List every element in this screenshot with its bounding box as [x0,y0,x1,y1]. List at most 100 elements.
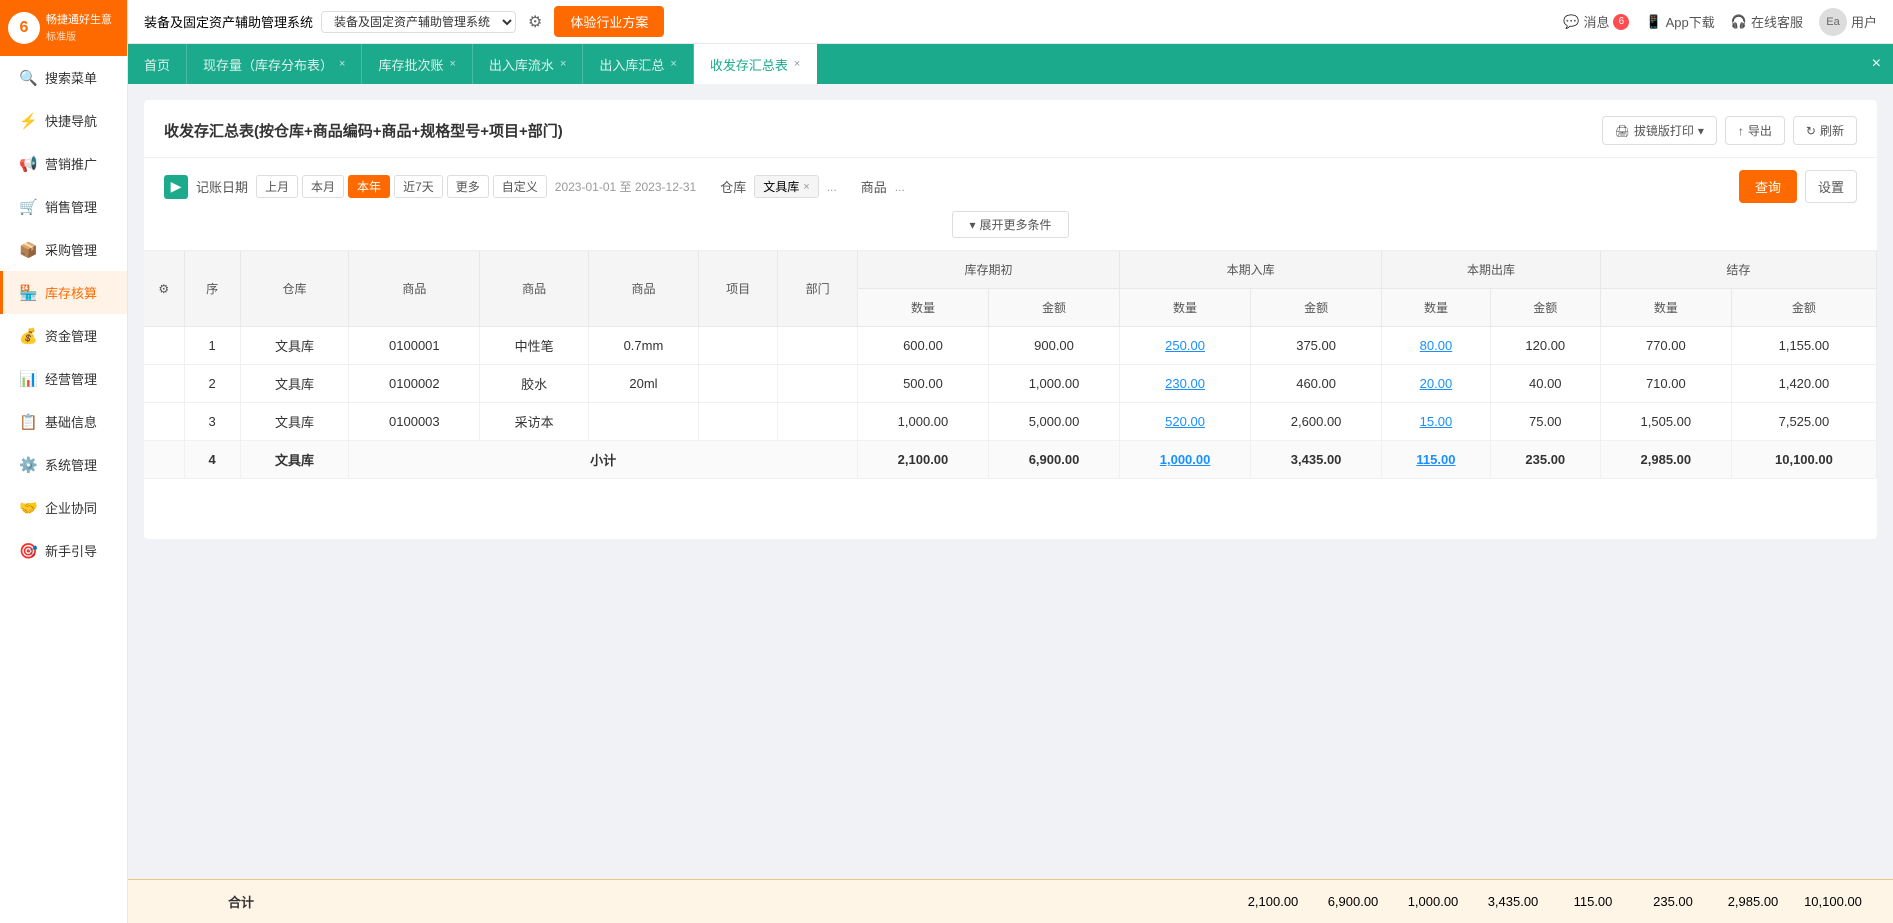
warehouse-more[interactable]: ... [827,180,837,194]
th-no: 序 [184,251,240,327]
tab-inout-flow[interactable]: 出入库流水× [473,44,583,84]
topbar-right: 💬 消息 6 📱 App下载 🎧 在线客服 Ea 用户 [1563,8,1877,36]
cell-out-qty[interactable]: 20.00 [1382,365,1491,403]
refresh-button[interactable]: ↻ 刷新 [1793,116,1857,145]
tab-close-all[interactable]: × [1860,55,1893,73]
sub-out-qty[interactable]: 115.00 [1382,441,1491,479]
system-select[interactable]: 装备及固定资产辅助管理系统 [321,11,516,33]
sidebar-item-enterprise[interactable]: 🤝企业协同 [0,486,127,529]
tab-label: 出入库汇总 [599,55,664,74]
tab-label: 现存量（库存分布表） [203,55,333,74]
operation-icon: 📊 [19,370,37,388]
sidebar-item-label: 搜索菜单 [45,68,97,87]
warehouse-tag: 文具库 × [754,175,818,198]
cell-out-qty[interactable]: 80.00 [1382,327,1491,365]
content-area: 收发存汇总表(按仓库+商品编码+商品+规格型号+项目+部门) 🖨 拔镜版打印 ▾… [128,84,1893,923]
sidebar: 6 畅捷通好生意 标准版 🔍搜索菜单⚡快捷导航📢营销推广🛒销售管理📦采购管理🏪库… [0,0,128,923]
sidebar-item-operation[interactable]: 📊 经营管理 [0,357,127,400]
app-download-item[interactable]: 📱 App下载 [1645,12,1714,31]
settings-filter-button[interactable]: 设置 [1805,170,1857,203]
sub-in-qty[interactable]: 1,000.00 [1120,441,1251,479]
tab-inout-summary[interactable]: 出入库汇总 × [583,44,693,84]
table-row: 1 文具库 0100001 中性笔 0.7mm 600.00 900.00 25… [144,327,1877,365]
date-btn-本月[interactable]: 本月 [302,175,344,198]
cell-out-qty[interactable]: 15.00 [1382,403,1491,441]
sidebar-item-system[interactable]: ⚙️系统管理 [0,443,127,486]
online-service-item[interactable]: 🎧 在线客服 [1731,12,1803,31]
date-btn-上月[interactable]: 上月 [256,175,298,198]
date-btn-近7天[interactable]: 近7天 [394,175,443,198]
tab-recv-send[interactable]: 收发存汇总表× [694,44,817,84]
topbar: 装备及固定资产辅助管理系统 装备及固定资产辅助管理系统 ⚙ 体验行业方案 💬 消… [128,0,1893,44]
notification-item[interactable]: 💬 消息 6 [1563,12,1629,31]
th-out: 本期出库 [1382,251,1601,289]
th-warehouse: 仓库 [240,251,349,327]
sidebar-item-marketing[interactable]: 📢营销推广 [0,142,127,185]
cell-open-qty: 500.00 [857,365,988,403]
sidebar-item-sales[interactable]: 🛒销售管理 [0,185,127,228]
cell-in-qty[interactable]: 520.00 [1120,403,1251,441]
cell-in-qty[interactable]: 230.00 [1120,365,1251,403]
table-settings-icon[interactable]: ⚙ [158,282,169,296]
cell-out-amt: 120.00 [1490,327,1600,365]
filter-bar: ▶ 记账日期 上月本月本年近7天更多自定义 2023-01-01 至 2023-… [144,158,1877,251]
total-bar: 合计 2,100.00 6,900.00 1,000.00 3,435.00 1… [128,879,1893,923]
date-btn-自定义[interactable]: 自定义 [493,175,547,198]
sub-open-qty: 2,100.00 [857,441,988,479]
th-project: 项目 [698,251,778,327]
app-download-label: App下载 [1666,12,1715,31]
trial-button[interactable]: 体验行业方案 [554,6,664,37]
warehouse-label: 仓库 [720,177,746,196]
product-more[interactable]: ... [895,180,905,194]
tab-batch[interactable]: 库存批次账× [362,44,472,84]
expand-area: ▾ 展开更多条件 [164,211,1857,238]
sub-bal-qty: 2,985.00 [1600,441,1731,479]
sidebar-item-label: 经营管理 [45,369,97,388]
expand-button[interactable]: ▾ 展开更多条件 [952,211,1068,238]
warehouse-remove[interactable]: × [803,181,809,193]
sidebar-item-basic[interactable]: 📋基础信息 [0,400,127,443]
cell-in-qty[interactable]: 250.00 [1120,327,1251,365]
sidebar-item-finance[interactable]: 💰资金管理 [0,314,127,357]
tab-close-icon[interactable]: × [560,58,566,70]
sidebar-item-inventory[interactable]: 🏪库存核算 [0,271,127,314]
gear-icon[interactable]: ⚙ [528,12,542,32]
cell-settings [144,403,184,441]
sidebar-item-purchase[interactable]: 📦采购管理 [0,228,127,271]
user-item[interactable]: Ea 用户 [1819,8,1877,36]
cell-code: 0100003 [349,403,480,441]
cell-open-amt: 5,000.00 [988,403,1119,441]
tab-close-icon[interactable]: × [449,58,455,70]
sidebar-item-newbie[interactable]: 🎯新手引导 [0,529,127,572]
sidebar-item-quicknav[interactable]: ⚡快捷导航 [0,99,127,142]
tab-close-icon[interactable]: × [794,58,800,70]
headset-icon: 🎧 [1731,14,1747,30]
date-btn-更多[interactable]: 更多 [447,175,489,198]
tab-close-icon[interactable]: × [670,58,676,70]
filter-toggle[interactable]: ▶ [164,175,188,199]
sidebar-item-label: 快捷导航 [45,111,97,130]
print-button[interactable]: 🖨 拔镜版打印 ▾ [1602,116,1717,145]
system-icon: ⚙️ [19,456,37,474]
tab-stock-dist[interactable]: 现存量（库存分布表） × [187,44,362,84]
tab-home[interactable]: 首页 [128,44,187,84]
cell-bal-amt: 1,420.00 [1731,365,1876,403]
product-label: 商品 [861,177,887,196]
sub-bal-amt: 10,100.00 [1731,441,1876,479]
cell-project [698,365,778,403]
sub-warehouse: 文具库 [240,441,349,479]
tab-close-icon[interactable]: × [339,58,345,70]
th-opening: 库存期初 [857,251,1119,289]
query-button[interactable]: 查询 [1739,170,1797,203]
system-label: 装备及固定资产辅助管理系统 [144,12,313,31]
app-title: 畅捷通好生意 [46,13,112,28]
sidebar-item-search[interactable]: 🔍搜索菜单 [0,56,127,99]
cell-code: 0100001 [349,327,480,365]
cell-settings [144,365,184,403]
cell-spec [588,403,698,441]
export-button[interactable]: ↑ 导出 [1725,116,1785,145]
expand-down-icon: ▾ [969,218,975,232]
date-btn-本年[interactable]: 本年 [348,175,390,198]
sub-out-amt: 235.00 [1490,441,1600,479]
warehouse-tag-text: 文具库 [763,178,799,195]
